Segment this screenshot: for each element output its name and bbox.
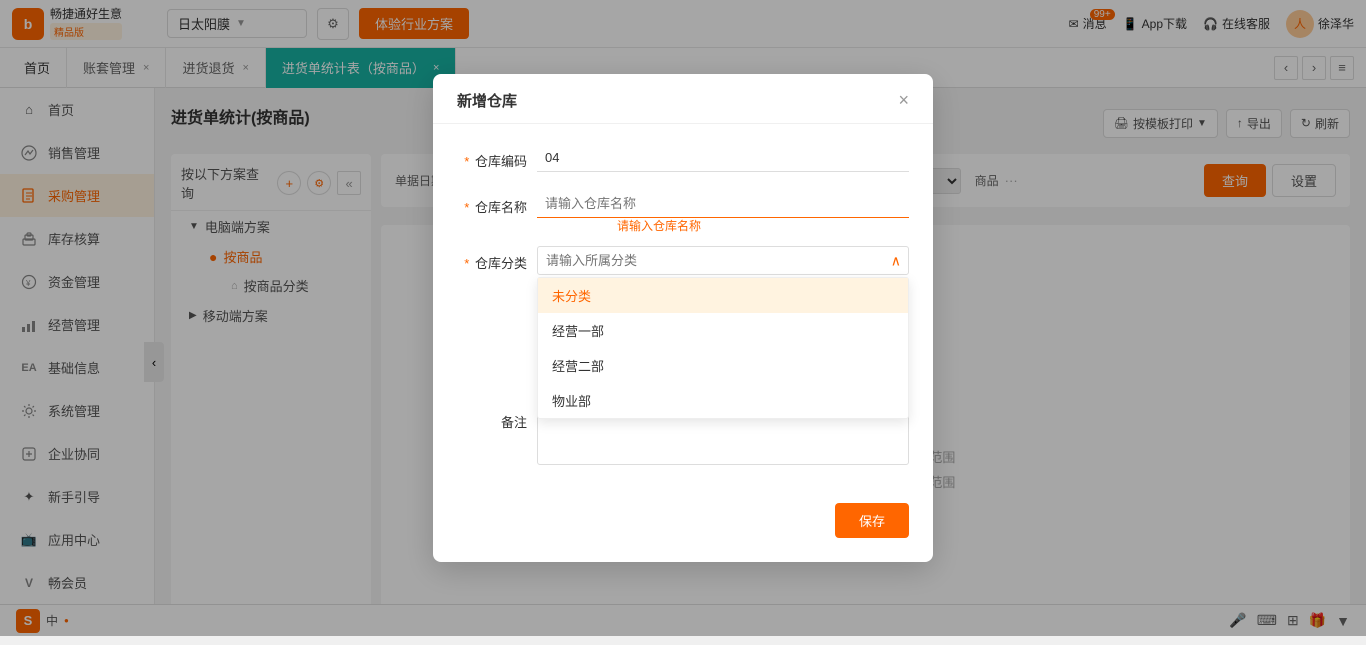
modal-footer: 保存 <box>433 503 933 538</box>
dropdown-item-0[interactable]: 未分类 <box>538 278 908 313</box>
save-button[interactable]: 保存 <box>835 503 909 538</box>
modal-header: 新增仓库 × <box>433 74 933 124</box>
name-error-message: 请输入仓库名称 <box>617 217 701 234</box>
code-label: * 仓库编码 <box>457 144 537 170</box>
modal-close-button[interactable]: × <box>898 90 909 111</box>
name-label: * 仓库名称 <box>457 190 537 216</box>
form-row-code: * 仓库编码 <box>457 144 909 172</box>
add-warehouse-modal: 新增仓库 × * 仓库编码 * 仓库名称 请输入仓库名称 <box>433 74 933 562</box>
category-input[interactable] <box>537 246 909 275</box>
dropdown-item-3[interactable]: 物业部 <box>538 383 908 418</box>
dropdown-item-1[interactable]: 经营一部 <box>538 313 908 348</box>
form-row-name: * 仓库名称 请输入仓库名称 <box>457 190 909 218</box>
dropdown-item-2[interactable]: 经营二部 <box>538 348 908 383</box>
category-select-wrapper: ∧ <box>537 246 909 275</box>
modal-overlay[interactable]: 新增仓库 × * 仓库编码 * 仓库名称 请输入仓库名称 <box>0 0 1366 636</box>
category-dropdown: 未分类 经营一部 经营二部 物业部 <box>537 277 909 419</box>
form-row-category: * 仓库分类 ∧ 未分类 经营一部 经营二部 物业部 <box>457 246 909 275</box>
modal-title: 新增仓库 <box>457 90 517 111</box>
note-label: 备注 <box>457 405 537 431</box>
category-label: * 仓库分类 <box>457 246 537 272</box>
name-input[interactable] <box>537 190 909 218</box>
modal-body: * 仓库编码 * 仓库名称 请输入仓库名称 * <box>433 124 933 493</box>
code-input[interactable] <box>537 144 909 172</box>
name-input-wrapper: 请输入仓库名称 <box>537 190 909 218</box>
